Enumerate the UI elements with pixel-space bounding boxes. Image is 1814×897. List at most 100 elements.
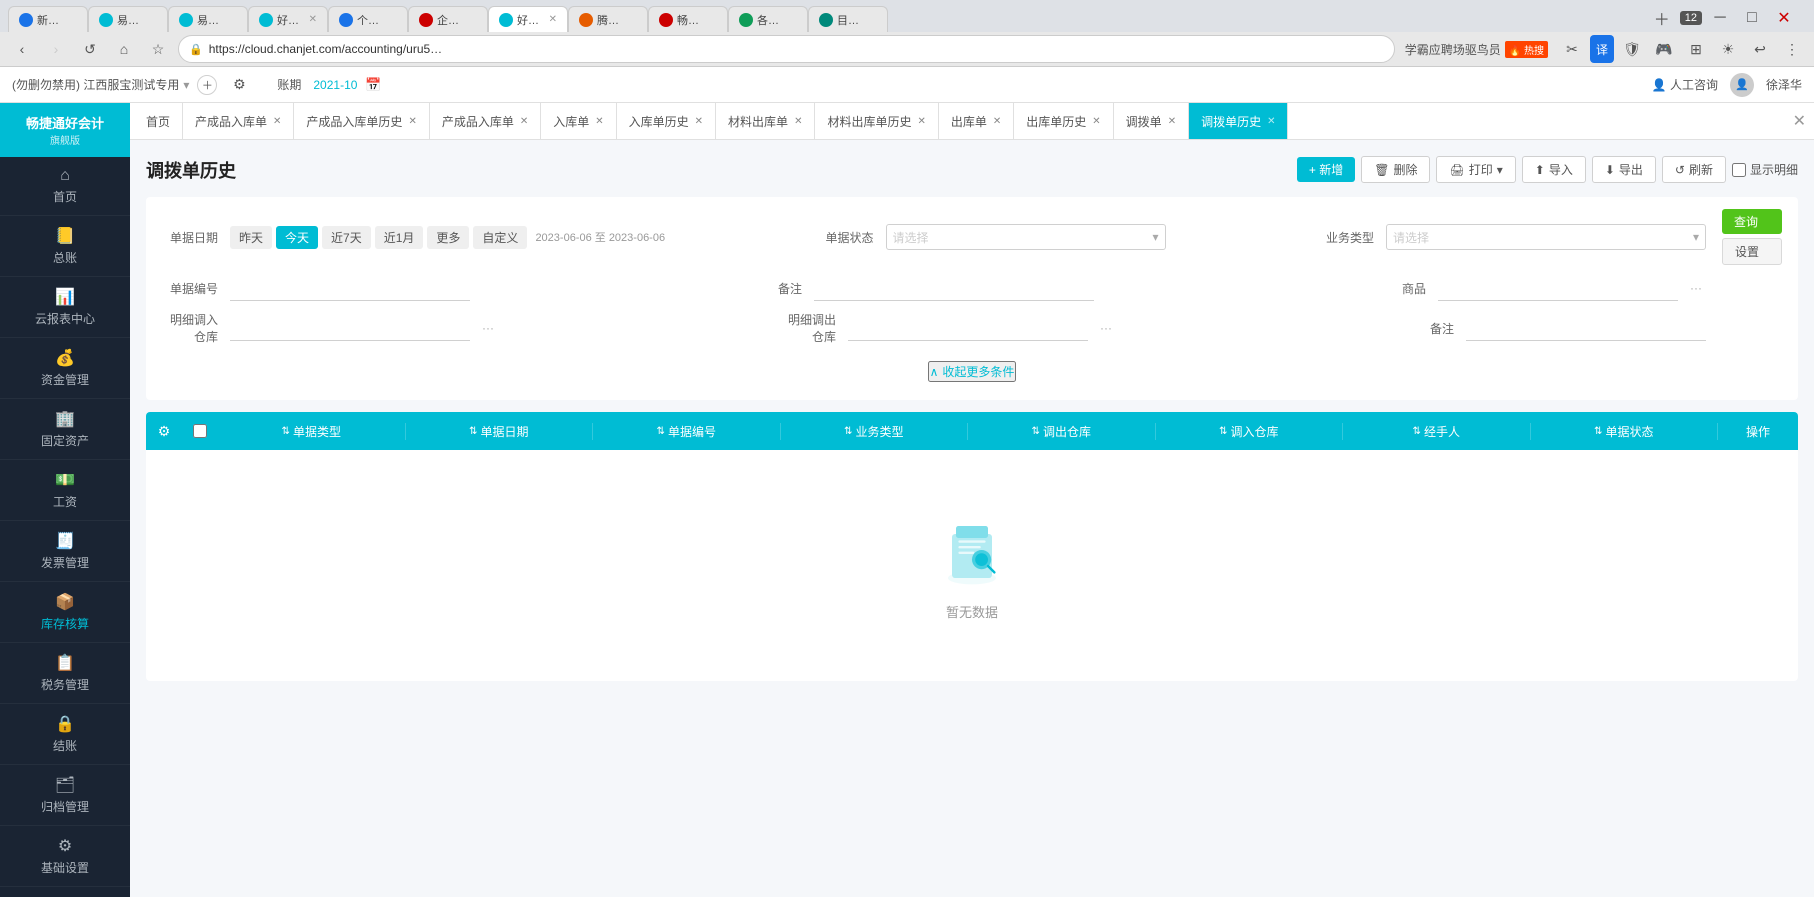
tab-close-7[interactable]: ✕ <box>549 14 557 25</box>
page-tab-close-6[interactable]: ✕ <box>794 116 802 127</box>
page-tab-close-1[interactable]: ✕ <box>273 116 281 127</box>
page-tab-6[interactable]: 材料出库单 ✕ <box>716 103 815 139</box>
address-bar[interactable]: 🔒 https://cloud.chanjet.com/accounting/u… <box>178 35 1395 63</box>
page-tab-5[interactable]: 入库单历史 ✕ <box>617 103 716 139</box>
th-number[interactable]: ⇅ 单据编号 <box>593 423 781 440</box>
browser-tab-1[interactable]: 新… <box>8 6 88 32</box>
user-service-link[interactable]: 👤 人工咨询 <box>1652 76 1718 93</box>
page-tab-8[interactable]: 出库单 ✕ <box>939 103 1014 139</box>
browser-minimize-button[interactable]: ─ <box>1706 4 1734 32</box>
company-selector[interactable]: (勿删勿禁用) 江西服宝测试专用 ▾ <box>12 76 189 93</box>
sidebar-item-finance[interactable]: 💰 资金管理 <box>0 338 130 399</box>
page-tab-9[interactable]: 出库单历史 ✕ <box>1014 103 1113 139</box>
sidebar-item-tax[interactable]: 📋 税务管理 <box>0 643 130 704</box>
number-input[interactable] <box>230 275 470 301</box>
sidebar-item-closing[interactable]: 🔒 结账 <box>0 704 130 765</box>
page-tab-home[interactable]: 首页 <box>134 103 183 139</box>
print-button[interactable]: 🖨 打印 ▾ <box>1436 156 1515 183</box>
undo-button[interactable]: ↩ <box>1746 35 1774 63</box>
table-gear-cell[interactable]: ⚙ <box>146 423 182 440</box>
in-warehouse-input[interactable] <box>230 315 470 341</box>
page-tab-close-8[interactable]: ✕ <box>993 116 1001 127</box>
remark-input[interactable] <box>814 275 1094 301</box>
sidebar-item-settings[interactable]: ⚙ 基础设置 <box>0 826 130 887</box>
shield-button[interactable]: 🛡 <box>1618 35 1646 63</box>
sidebar-item-wages[interactable]: 💵 工资 <box>0 460 130 521</box>
th-status[interactable]: ⇅ 单据状态 <box>1531 423 1719 440</box>
out-warehouse-input[interactable] <box>848 315 1088 341</box>
date-btn-1month[interactable]: 近1月 <box>375 226 424 249</box>
table-checkbox-cell[interactable] <box>182 424 218 438</box>
more-button[interactable]: ⋮ <box>1778 35 1806 63</box>
user-avatar[interactable]: 👤 <box>1730 73 1754 97</box>
th-type[interactable]: ⇅ 单据类型 <box>218 423 406 440</box>
sidebar-item-inventory[interactable]: 📦 库存核算 <box>0 582 130 643</box>
company-settings-button[interactable]: ⚙ <box>225 71 253 99</box>
query-button[interactable]: 查询 <box>1722 209 1782 234</box>
sidebar-item-reports[interactable]: 📊 云报表中心 <box>0 277 130 338</box>
page-tab-close-10[interactable]: ✕ <box>1168 116 1176 127</box>
page-tab-2[interactable]: 产成品入库单历史 ✕ <box>294 103 429 139</box>
scissors-button[interactable]: ✂ <box>1558 35 1586 63</box>
page-tab-10[interactable]: 调拨单 ✕ <box>1114 103 1189 139</box>
browser-tab-8[interactable]: 腾… <box>568 6 648 32</box>
browser-tab-2[interactable]: 易… <box>88 6 168 32</box>
browser-tab-4[interactable]: 好… ✕ <box>248 6 328 32</box>
browser-tab-3[interactable]: 易… <box>168 6 248 32</box>
delete-button[interactable]: 🗑 删除 <box>1361 156 1430 183</box>
display-toggle[interactable]: 显示明细 <box>1732 161 1798 178</box>
date-btn-today[interactable]: 今天 <box>276 226 318 249</box>
out-warehouse-dots-button[interactable]: ··· <box>1096 321 1116 335</box>
page-tab-7[interactable]: 材料出库单历史 ✕ <box>815 103 938 139</box>
translate-button[interactable]: 译 <box>1590 35 1614 63</box>
th-operator[interactable]: ⇅ 经手人 <box>1343 423 1531 440</box>
add-company-button[interactable]: ＋ <box>197 75 217 95</box>
biz-type-select[interactable]: 请选择 ▾ <box>1386 224 1706 250</box>
date-btn-custom[interactable]: 自定义 <box>473 226 527 249</box>
new-button[interactable]: + 新增 <box>1297 157 1355 182</box>
th-biz-type[interactable]: ⇅ 业务类型 <box>781 423 969 440</box>
collapse-button[interactable]: ∧ 收起更多条件 <box>928 361 1017 382</box>
sidebar-item-assets[interactable]: 🏢 固定资产 <box>0 399 130 460</box>
browser-tab-7[interactable]: 好… ✕ <box>488 6 568 32</box>
page-tab-close-7[interactable]: ✕ <box>917 116 925 127</box>
browser-maximize-button[interactable]: □ <box>1738 4 1766 32</box>
grid-button[interactable]: ⊞ <box>1682 35 1710 63</box>
settings-button[interactable]: 设置 <box>1722 238 1782 265</box>
back-button[interactable]: ‹ <box>8 35 36 63</box>
date-btn-more[interactable]: 更多 <box>427 226 469 249</box>
sidebar-item-guide[interactable]: 📖 新手引导 <box>0 887 130 897</box>
browser-tab-6[interactable]: 企… <box>408 6 488 32</box>
page-tab-3[interactable]: 产成品入库单 ✕ <box>430 103 541 139</box>
bookmark-button[interactable]: ☆ <box>144 35 172 63</box>
in-warehouse-dots-button[interactable]: ··· <box>478 321 498 335</box>
detail-remark-input[interactable] <box>1466 315 1706 341</box>
export-button[interactable]: ⬇ 导出 <box>1592 156 1656 183</box>
home-button[interactable]: ⌂ <box>110 35 138 63</box>
goods-dots-button[interactable]: ··· <box>1686 281 1706 295</box>
page-tab-11[interactable]: 调拨单历史 ✕ <box>1189 103 1288 139</box>
browser-tab-11[interactable]: 目… <box>808 6 888 32</box>
page-tab-close-9[interactable]: ✕ <box>1092 116 1100 127</box>
date-btn-yesterday[interactable]: 昨天 <box>230 226 272 249</box>
reload-button[interactable]: ↺ <box>76 35 104 63</box>
browser-tab-5[interactable]: 个… <box>328 6 408 32</box>
sidebar-item-ledger[interactable]: 📒 总账 <box>0 216 130 277</box>
close-all-tabs-button[interactable]: ✕ <box>1785 111 1814 131</box>
th-out-warehouse[interactable]: ⇅ 调出仓库 <box>968 423 1156 440</box>
period-value[interactable]: 2021-10 <box>313 78 357 92</box>
sidebar-item-home[interactable]: ⌂ 首页 <box>0 157 130 216</box>
page-tab-4[interactable]: 入库单 ✕ <box>541 103 616 139</box>
browser-tab-9[interactable]: 畅… <box>648 6 728 32</box>
import-button[interactable]: ⬆ 导入 <box>1522 156 1586 183</box>
browser-close-button[interactable]: ✕ <box>1770 4 1798 32</box>
sidebar-item-invoice[interactable]: 🧾 发票管理 <box>0 521 130 582</box>
select-all-checkbox[interactable] <box>193 424 207 438</box>
page-tab-close-3[interactable]: ✕ <box>520 116 528 127</box>
page-tab-close-4[interactable]: ✕ <box>595 116 603 127</box>
date-btn-7days[interactable]: 近7天 <box>322 226 371 249</box>
browser-tab-10[interactable]: 各… <box>728 6 808 32</box>
th-in-warehouse[interactable]: ⇅ 调入仓库 <box>1156 423 1344 440</box>
sidebar-item-archive[interactable]: 🗂 归档管理 <box>0 765 130 826</box>
th-date[interactable]: ⇅ 单据日期 <box>406 423 594 440</box>
